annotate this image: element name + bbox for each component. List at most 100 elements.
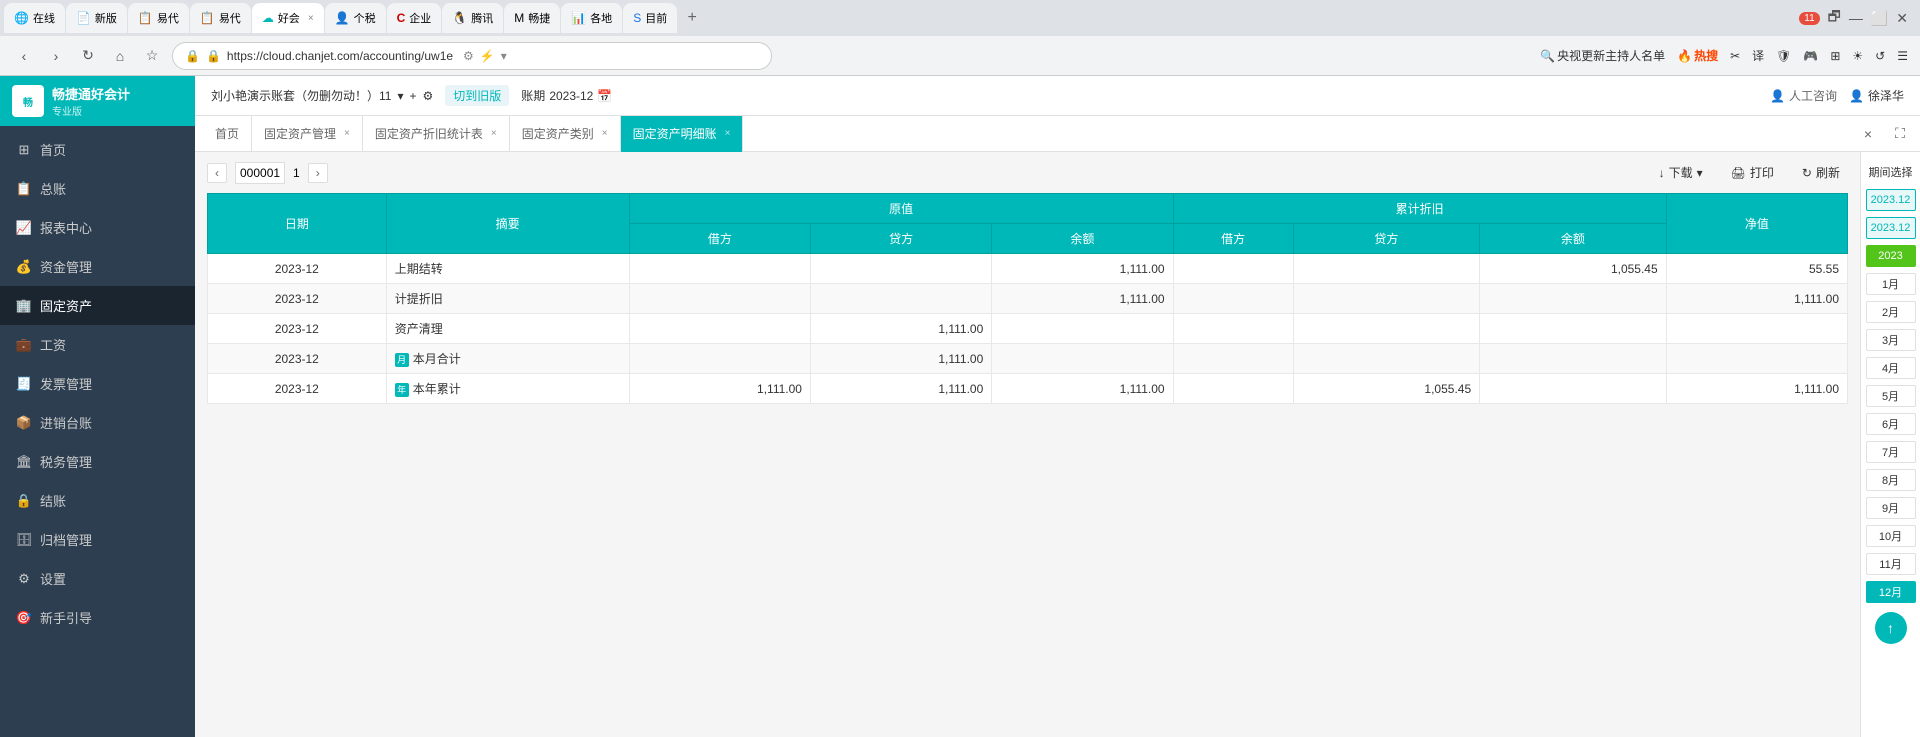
bookmark-button[interactable]: ☆ <box>140 44 164 68</box>
sidebar-item-home[interactable]: ⊞ 首页 <box>0 130 195 169</box>
home-button[interactable]: ⌂ <box>108 44 132 68</box>
browser-tab-mq[interactable]: S 目前 <box>623 3 677 33</box>
print-btn[interactable]: 🖨 打印 <box>1723 160 1782 185</box>
maximize-icon[interactable]: ⬜ <box>1871 10 1888 27</box>
month-11[interactable]: 11月 <box>1866 553 1916 575</box>
month-10[interactable]: 10月 <box>1866 525 1916 547</box>
sidebar-item-tax[interactable]: 🏛 税务管理 <box>0 442 195 481</box>
month-9[interactable]: 9月 <box>1866 497 1916 519</box>
user-info[interactable]: 👤 徐泽华 <box>1849 87 1904 104</box>
add-company-icon[interactable]: + <box>410 89 417 103</box>
dropdown-icon[interactable]: ▾ <box>501 49 507 63</box>
tab-close-all-btn[interactable]: × <box>1856 122 1880 146</box>
month-6[interactable]: 6月 <box>1866 413 1916 435</box>
page-number-input[interactable] <box>235 162 285 184</box>
month-12[interactable]: 12月 <box>1866 581 1916 603</box>
switch-version-btn[interactable]: 切到旧版 <box>445 85 509 106</box>
cell-date-1: 2023-12 <box>208 254 387 284</box>
settings-company-icon[interactable]: ⚙ <box>423 89 434 103</box>
cell-dep-debit-2 <box>1173 284 1293 314</box>
sidebar-item-settings[interactable]: ⚙ 设置 <box>0 559 195 598</box>
protect-btn[interactable]: 🛡 <box>1776 49 1791 63</box>
minimize-icon[interactable]: — <box>1849 10 1863 26</box>
browser-tab-yidai1[interactable]: 📋 易代 <box>128 3 189 33</box>
address-input[interactable]: 🔒 🔒 https://cloud.chanjet.com/accounting… <box>172 42 772 70</box>
refresh-btn[interactable]: ↻ 刷新 <box>1794 160 1848 185</box>
browser-tab-tencent[interactable]: 🐧 腾讯 <box>442 3 503 33</box>
prev-page-btn[interactable]: ‹ <box>207 163 227 183</box>
tab-asset-category[interactable]: 固定资产类别 × <box>510 116 621 152</box>
tab-depreciation-stats-close[interactable]: × <box>491 128 497 139</box>
game-btn[interactable]: 🎮 <box>1803 49 1818 63</box>
scissors-btn[interactable]: ✂ <box>1730 49 1740 63</box>
tax-icon: 🏛 <box>16 454 32 470</box>
browser-tab-gedi[interactable]: 📊 各地 <box>561 3 622 33</box>
tab-asset-category-close[interactable]: × <box>602 128 608 139</box>
browser-tab-yidai2[interactable]: 📋 易代 <box>190 3 251 33</box>
company-selector[interactable]: 刘小艳演示账套（勿删勿动！）11 ▾ + ⚙ <box>211 87 433 104</box>
restore-icon[interactable]: 🗗 <box>1828 6 1841 30</box>
site-info-icon[interactable]: ⚙ <box>463 49 474 63</box>
translate-btn[interactable]: 译 <box>1752 47 1764 64</box>
new-tab-button[interactable]: + <box>678 4 706 32</box>
sidebar-item-archive[interactable]: 🗄 归档管理 <box>0 520 195 559</box>
year-badge[interactable]: 2023 <box>1866 245 1916 267</box>
tab-fullscreen-btn[interactable]: ⛶ <box>1888 122 1912 146</box>
tab-home[interactable]: 首页 <box>203 116 252 152</box>
next-page-btn[interactable]: › <box>308 163 328 183</box>
browser-tab-online[interactable]: 🌐 在线 <box>4 3 65 33</box>
month-5[interactable]: 5月 <box>1866 385 1916 407</box>
tab-depreciation-stats[interactable]: 固定资产折旧统计表 × <box>363 116 510 152</box>
month-8[interactable]: 8月 <box>1866 469 1916 491</box>
sidebar-item-close[interactable]: 🔒 结账 <box>0 481 195 520</box>
brightness-btn[interactable]: ☀ <box>1852 49 1863 63</box>
sidebar-item-funds[interactable]: 💰 资金管理 <box>0 247 195 286</box>
browser-tab-qiye[interactable]: C 企业 <box>387 3 442 33</box>
period-selected-2[interactable]: 2023.12 <box>1866 217 1916 239</box>
browser-tab-geshui[interactable]: 👤 个税 <box>325 3 386 33</box>
scroll-up-btn[interactable]: ↑ <box>1875 612 1907 644</box>
browser-tab-haokuai[interactable]: ☁ 好会 × <box>252 3 324 33</box>
tab-fixed-asset-mgmt-close[interactable]: × <box>344 128 350 139</box>
hot-search-btn[interactable]: 🔥 热搜 <box>1677 47 1718 64</box>
tab-yidai2-label: 易代 <box>219 10 241 26</box>
sidebar-header: 畅 畅捷通好会计 专业版 <box>0 76 195 126</box>
month-7[interactable]: 7月 <box>1866 441 1916 463</box>
browser-tab-new[interactable]: 📄 新版 <box>66 3 127 33</box>
sidebar-item-fixed-assets[interactable]: 🏢 固定资产 <box>0 286 195 325</box>
search-bar[interactable]: 🔍 央视更新主持人名单 <box>1540 47 1665 64</box>
tab-asset-ledger-close[interactable]: × <box>725 128 731 139</box>
sidebar-item-inventory[interactable]: 📦 进销台账 <box>0 403 195 442</box>
period-selected-1[interactable]: 2023.12 <box>1866 189 1916 211</box>
history-btn[interactable]: ↺ <box>1875 49 1885 63</box>
back-button[interactable]: ‹ <box>12 44 36 68</box>
sidebar-item-salary[interactable]: 💼 工资 <box>0 325 195 364</box>
cell-orig-balance-2: 1,111.00 <box>992 284 1173 314</box>
tab-haokuai-close[interactable]: × <box>308 13 314 24</box>
month-4[interactable]: 4月 <box>1866 357 1916 379</box>
reload-button[interactable]: ↻ <box>76 44 100 68</box>
col-header-dep-debit: 借方 <box>1173 224 1293 254</box>
download-btn[interactable]: ↓ 下载 ▾ <box>1651 160 1711 185</box>
performance-icon[interactable]: ⚡ <box>480 49 495 63</box>
calendar-icon[interactable]: 📅 <box>597 89 612 103</box>
cell-dep-balance-4 <box>1480 344 1667 374</box>
sidebar-item-general-ledger[interactable]: 📋 总账 <box>0 169 195 208</box>
support-button[interactable]: 👤 人工咨询 <box>1770 87 1837 104</box>
home-icon: ⊞ <box>16 142 32 158</box>
sidebar-item-guide[interactable]: 🎯 新手引导 <box>0 598 195 637</box>
sidebar-item-invoice[interactable]: 🧾 发票管理 <box>0 364 195 403</box>
month-3[interactable]: 3月 <box>1866 329 1916 351</box>
menu-btn[interactable]: ☰ <box>1897 49 1908 63</box>
month-2[interactable]: 2月 <box>1866 301 1916 323</box>
tab-gedi-label: 各地 <box>590 10 612 26</box>
browser-tab-changjie[interactable]: M 畅捷 <box>504 3 560 33</box>
forward-button[interactable]: › <box>44 44 68 68</box>
tab-fixed-asset-mgmt[interactable]: 固定资产管理 × <box>252 116 363 152</box>
month-1[interactable]: 1月 <box>1866 273 1916 295</box>
sidebar-item-reports[interactable]: 📈 报表中心 <box>0 208 195 247</box>
tab-asset-ledger[interactable]: 固定资产明细账 × <box>621 116 744 152</box>
download-icon: ↓ <box>1659 166 1665 180</box>
grid-btn[interactable]: ⊞ <box>1830 49 1840 63</box>
window-close-icon[interactable]: ✕ <box>1896 10 1908 27</box>
